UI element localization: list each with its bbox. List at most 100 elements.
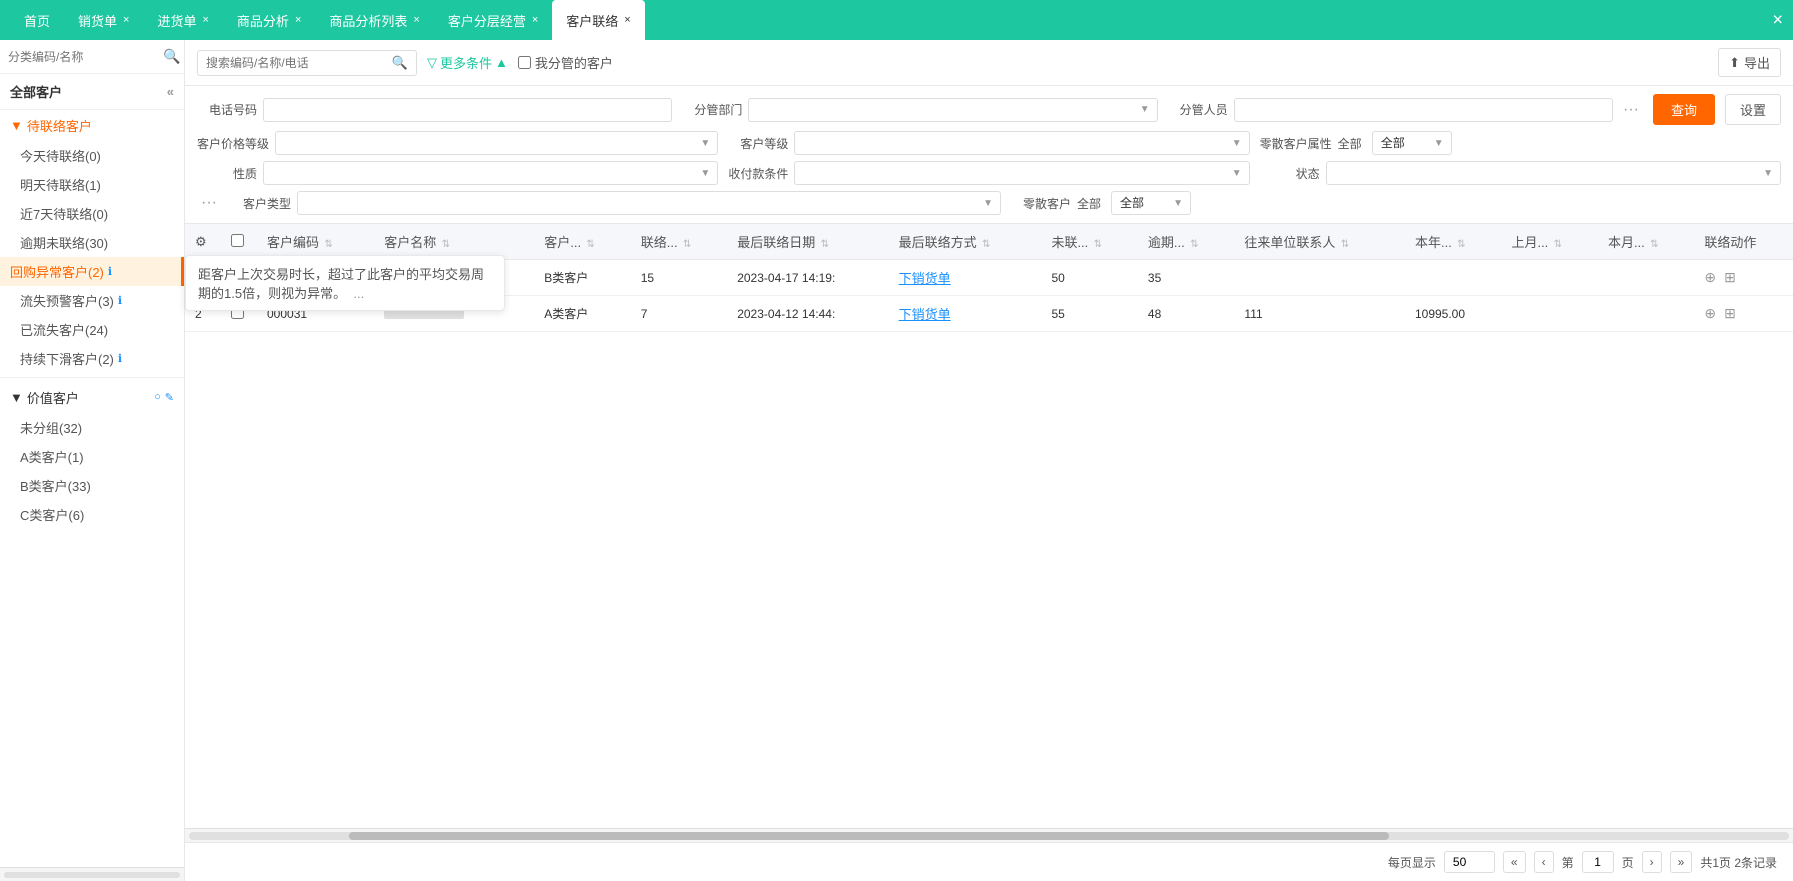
nav-product-analysis[interactable]: 商品分析 ×	[223, 0, 315, 40]
nav-sales-order[interactable]: 销货单 ×	[64, 0, 143, 40]
col-contacts[interactable]: 往来单位联系人 ⇅	[1234, 224, 1405, 260]
person-input[interactable]	[1234, 98, 1613, 122]
sort-last-contact-date-icon[interactable]: ⇅	[821, 239, 829, 250]
col-last-month[interactable]: 上月... ⇅	[1501, 224, 1597, 260]
per-page-select[interactable]: 50 20 100	[1444, 851, 1495, 873]
value-customers-edit-icon[interactable]: ✎	[165, 391, 174, 404]
sidebar-item-overdue-pending[interactable]: 逾期未联络(30)	[0, 228, 184, 257]
status-select[interactable]	[1326, 161, 1781, 185]
sidebar-collapse-icon[interactable]: «	[167, 84, 174, 99]
all-customers-header[interactable]: 全部客户 «	[0, 74, 184, 110]
value-customers-circle-icon[interactable]: ○	[154, 391, 161, 404]
more-filter-dots[interactable]: ···	[197, 194, 221, 212]
col-this-year[interactable]: 本年... ⇅	[1405, 224, 1501, 260]
horizontal-scrollbar-thumb[interactable]	[349, 832, 1389, 840]
sort-this-year-icon[interactable]: ⇅	[1457, 239, 1465, 250]
sidebar-search-icon[interactable]: 🔍	[163, 48, 180, 65]
dept-select[interactable]	[748, 98, 1157, 122]
sidebar-bottom-scroll[interactable]	[0, 867, 184, 881]
settings-icon[interactable]: ⚙	[195, 234, 207, 249]
close-all-tabs-button[interactable]: ×	[1772, 10, 1783, 31]
col-last-contact-method[interactable]: 最后联络方式 ⇅	[889, 224, 1042, 260]
search-icon[interactable]: 🔍	[392, 55, 408, 71]
sort-contacts-icon[interactable]: ⇅	[1341, 239, 1349, 250]
row2-contact-method-link[interactable]: 下销货单	[899, 307, 951, 322]
col-this-month[interactable]: 本月... ⇅	[1598, 224, 1694, 260]
price-level-select[interactable]	[275, 131, 718, 155]
customer-level-select[interactable]	[794, 131, 1249, 155]
sidebar-item-ungrouped[interactable]: 未分组(32)	[0, 413, 184, 442]
first-page-button[interactable]: «	[1503, 851, 1526, 873]
sidebar-item-tomorrow-pending[interactable]: 明天待联络(1)	[0, 170, 184, 199]
col-last-contact-date[interactable]: 最后联络日期 ⇅	[727, 224, 888, 260]
pending-contact-group[interactable]: ▼ 待联络客户	[0, 110, 184, 141]
payment-select[interactable]	[794, 161, 1249, 185]
search-input[interactable]	[206, 56, 392, 70]
sidebar-item-class-b[interactable]: B类客户(33)	[0, 471, 184, 500]
last-page-button[interactable]: »	[1670, 851, 1693, 873]
horizontal-scrollbar-track	[189, 832, 1789, 840]
sidebar-item-today-pending[interactable]: 今天待联络(0)	[0, 141, 184, 170]
current-page-input[interactable]: 1	[1582, 851, 1614, 873]
settings-button[interactable]: 设置	[1725, 94, 1781, 125]
nav-close-product-analysis[interactable]: ×	[295, 14, 301, 26]
my-customers-checkbox[interactable]	[518, 56, 531, 69]
prev-page-button[interactable]: ‹	[1534, 851, 1554, 873]
sort-last-contact-method-icon[interactable]: ⇅	[982, 239, 990, 250]
nav-purchase-order[interactable]: 进货单 ×	[143, 0, 222, 40]
sidebar-item-declining[interactable]: 持续下滑客户(2) ℹ	[0, 344, 184, 373]
row1-last-contact-method[interactable]: 下销货单	[889, 260, 1042, 296]
sidebar-item-churned[interactable]: 已流失客户(24)	[0, 315, 184, 344]
sort-overdue-icon[interactable]: ⇅	[1190, 239, 1198, 250]
nav-customer-segment[interactable]: 客户分层经营 ×	[434, 0, 552, 40]
sort-customer-name-icon[interactable]: ⇅	[442, 239, 450, 250]
nav-close-customer-contact[interactable]: ×	[624, 14, 630, 26]
row2-action-icon1[interactable]: ⊕	[1704, 305, 1716, 322]
sidebar-search-input[interactable]	[8, 50, 163, 64]
sidebar-item-class-a[interactable]: A类客户(1)	[0, 442, 184, 471]
phone-input[interactable]	[263, 98, 672, 122]
filter-cell-person: 分管人员 ···	[1168, 98, 1643, 122]
person-dots-icon[interactable]: ···	[1619, 101, 1643, 119]
sort-contact-count-icon[interactable]: ⇅	[683, 239, 691, 250]
row1-action-icon1[interactable]: ⊕	[1704, 269, 1716, 286]
sidebar-item-class-c[interactable]: C类客户(6)	[0, 500, 184, 529]
sidebar-item-repurchase-abnormal[interactable]: 回购异常客户(2) ℹ	[0, 257, 184, 286]
nav-close-customer-segment[interactable]: ×	[532, 14, 538, 26]
nav-close-purchase-order[interactable]: ×	[202, 14, 208, 26]
churn-warning-info-icon[interactable]: ℹ	[118, 294, 122, 307]
repurchase-abnormal-info-icon[interactable]: ℹ	[108, 265, 112, 278]
gender-select[interactable]	[263, 161, 718, 185]
sort-last-month-icon[interactable]: ⇅	[1554, 239, 1562, 250]
col-contact-count[interactable]: 联络... ⇅	[631, 224, 727, 260]
col-overdue[interactable]: 逾期... ⇅	[1138, 224, 1234, 260]
sort-customer-code-icon[interactable]: ⇅	[324, 239, 332, 250]
next-page-button[interactable]: ›	[1642, 851, 1662, 873]
nav-close-sales-order[interactable]: ×	[123, 14, 129, 26]
col-customer-type[interactable]: 客户... ⇅	[534, 224, 630, 260]
row2-last-contact-method[interactable]: 下销货单	[889, 296, 1042, 332]
nav-close-product-analysis-list[interactable]: ×	[413, 14, 419, 26]
customer-type-select[interactable]	[297, 191, 1001, 215]
sort-this-month-icon[interactable]: ⇅	[1650, 239, 1658, 250]
horizontal-scrollbar[interactable]	[185, 828, 1793, 842]
col-uncontacted[interactable]: 未联... ⇅	[1041, 224, 1137, 260]
nav-customer-contact[interactable]: 客户联络 ×	[552, 0, 644, 40]
export-button[interactable]: ⬆ 导出	[1718, 48, 1781, 77]
row1-action-icon2[interactable]: ⊞	[1724, 269, 1736, 286]
nav-product-analysis-list[interactable]: 商品分析列表 ×	[315, 0, 433, 40]
retail-attr-select[interactable]: 全部	[1372, 131, 1452, 155]
more-conditions-button[interactable]: ▽ 更多条件 ▲	[427, 53, 508, 72]
sidebar-item-churn-warning[interactable]: 流失预警客户(3) ℹ	[0, 286, 184, 315]
retail-customer-select[interactable]: 全部	[1111, 191, 1191, 215]
sidebar-item-7days-pending[interactable]: 近7天待联络(0)	[0, 199, 184, 228]
row1-contact-method-link[interactable]: 下销货单	[899, 271, 951, 286]
select-all-checkbox[interactable]	[231, 234, 244, 247]
value-customers-group[interactable]: ▼ 价值客户 ○ ✎	[0, 382, 184, 413]
nav-home[interactable]: 首页	[10, 0, 64, 40]
row2-action-icon2[interactable]: ⊞	[1724, 305, 1736, 322]
declining-info-icon[interactable]: ℹ	[118, 352, 122, 365]
sort-customer-type-icon[interactable]: ⇅	[586, 239, 594, 250]
query-button[interactable]: 查询	[1653, 94, 1715, 125]
sort-uncontacted-icon[interactable]: ⇅	[1094, 239, 1102, 250]
